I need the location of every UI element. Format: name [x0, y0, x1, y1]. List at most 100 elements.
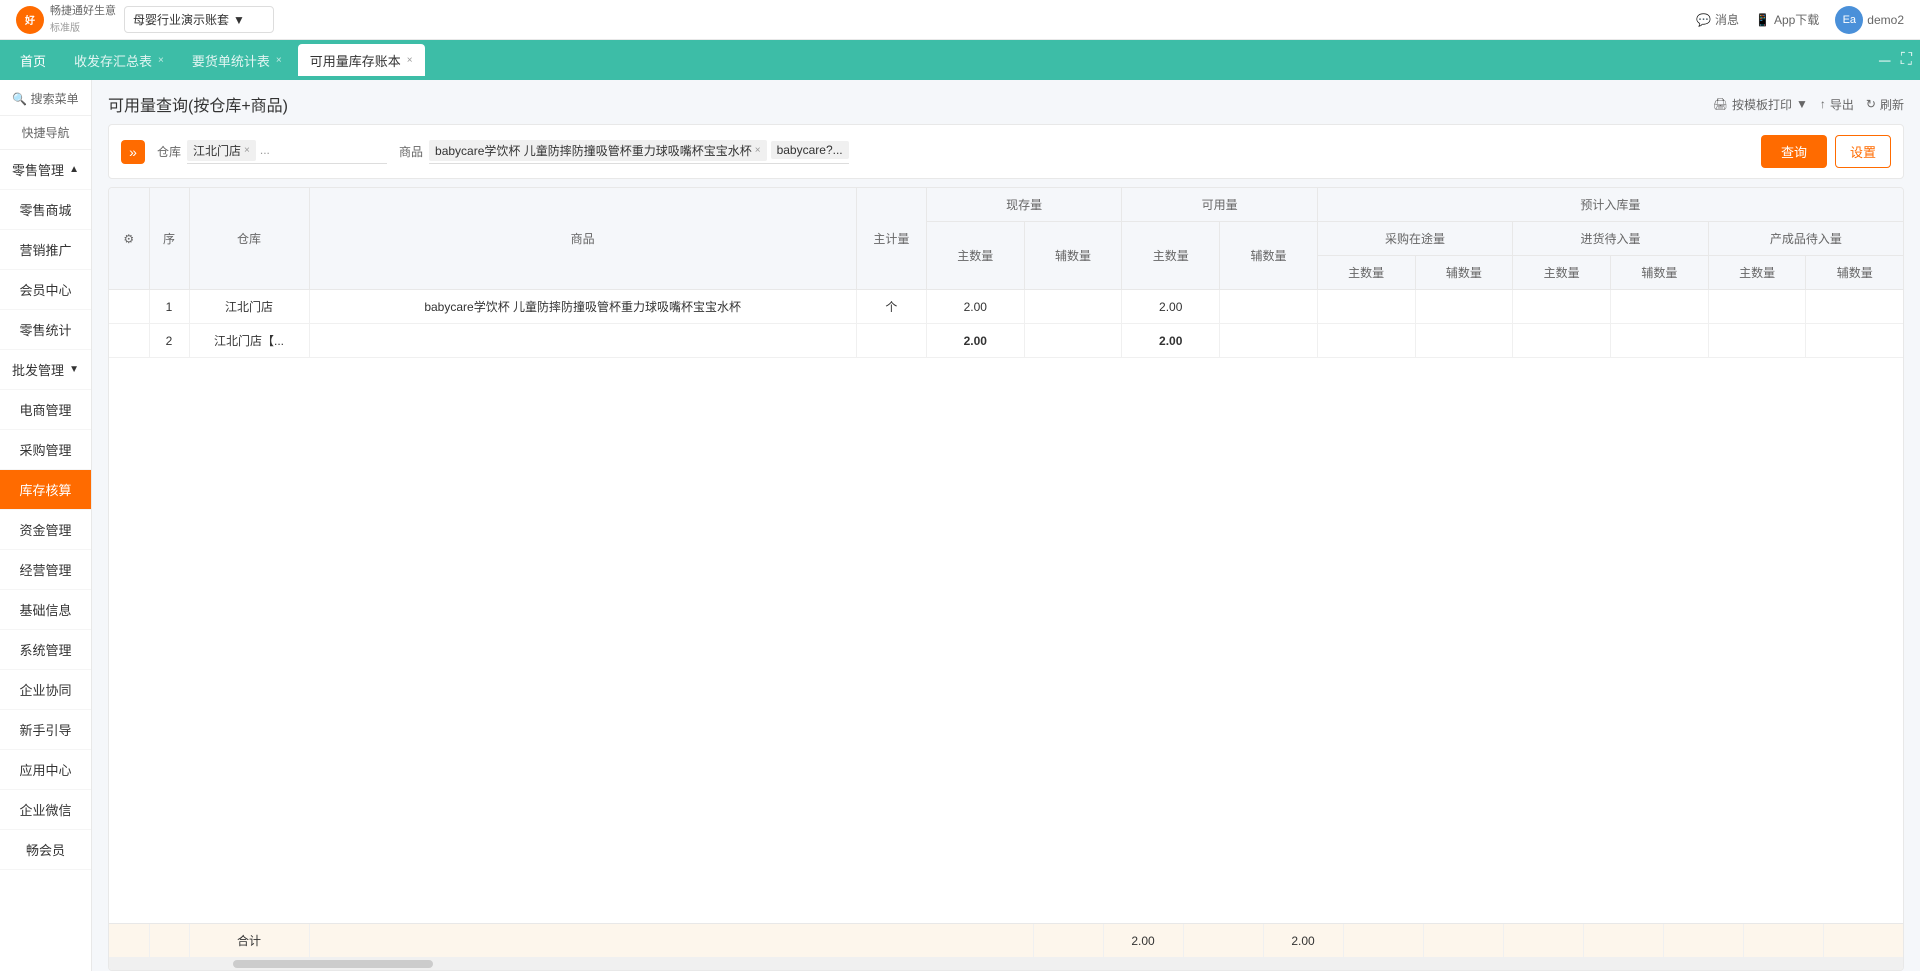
footer-product-main: [1743, 924, 1823, 958]
tab-receipt-close-icon[interactable]: ×: [158, 55, 164, 66]
sidebar-item-system[interactable]: 系统管理: [0, 630, 91, 670]
th-seq: 序: [149, 188, 189, 290]
row1-warehouse: 江北门店: [189, 290, 309, 324]
footer-stock-main: 2.00: [1103, 924, 1183, 958]
scroll-thumb[interactable]: [233, 960, 433, 968]
sidebar-item-ecommerce[interactable]: 电商管理: [0, 390, 91, 430]
tab-home[interactable]: 首页: [8, 44, 58, 76]
th-purchase-aux: 辅数量: [1415, 256, 1513, 290]
inventory-label: 库存核算: [19, 480, 71, 499]
sidebar-item-member-plus[interactable]: 畅会员: [0, 830, 91, 870]
product-tag-container[interactable]: babycare学饮杯 儿童防摔防撞吸管杯重力球吸嘴杯宝宝水杯 × babyca…: [429, 140, 849, 164]
sidebar-item-enterprise[interactable]: 企业协同: [0, 670, 91, 710]
message-icon: 💬: [1696, 13, 1711, 27]
warehouse-tag-container[interactable]: 江北门店 × ...: [187, 140, 387, 164]
sidebar-item-retail-mall[interactable]: 零售商城: [0, 190, 91, 230]
th-avail-main: 主数量: [1122, 222, 1220, 290]
warehouse-tag-close[interactable]: ×: [244, 145, 250, 156]
search-icon: 🔍: [12, 92, 27, 106]
table-body: 1 江北门店 babycare学饮杯 儿童防摔防撞吸管杯重力球吸嘴杯宝宝水杯 个…: [109, 290, 1903, 358]
query-button[interactable]: 查询: [1761, 135, 1827, 168]
industry-selector[interactable]: 母婴行业演示账套 ▼: [124, 6, 274, 33]
sidebar-item-basic-info[interactable]: 基础信息: [0, 590, 91, 630]
th-current-stock-group: 现存量: [926, 188, 1121, 222]
tab-order-close-icon[interactable]: ×: [276, 55, 282, 66]
sidebar-item-marketing[interactable]: 营销推广: [0, 230, 91, 270]
filter-toggle-btn[interactable]: »: [121, 140, 145, 164]
footer-unit-cell: [1033, 924, 1103, 958]
row1-purchase-aux: [1415, 290, 1513, 324]
footer-product-aux: [1823, 924, 1903, 958]
product-tag-1: babycare学饮杯 儿童防摔防撞吸管杯重力球吸嘴杯宝宝水杯 ×: [429, 140, 767, 161]
settings-button[interactable]: 设置: [1835, 135, 1891, 168]
retail-mgmt-label: 零售管理: [12, 160, 64, 179]
app-center-label: 应用中心: [19, 760, 71, 779]
sidebar-item-operations[interactable]: 经营管理: [0, 550, 91, 590]
sidebar-quick-nav[interactable]: 快捷导航: [0, 116, 91, 150]
refresh-label: 刷新: [1880, 96, 1904, 113]
enterprise-label: 企业协同: [19, 680, 71, 699]
row2-incoming-aux: [1611, 324, 1709, 358]
row1-avail-aux: [1220, 290, 1318, 324]
sidebar-item-wechat[interactable]: 企业微信: [0, 790, 91, 830]
row1-purchase-main: [1317, 290, 1415, 324]
sidebar-item-inventory[interactable]: 库存核算: [0, 470, 91, 510]
product-tag-1-close[interactable]: ×: [755, 145, 761, 156]
tab-available-close-icon[interactable]: ×: [407, 55, 413, 66]
table-footer: 合计 2.00 2.00: [109, 923, 1903, 970]
retail-mall-label: 零售商城: [19, 200, 71, 219]
warehouse-tag: 江北门店 ×: [187, 140, 256, 161]
tab-order-stats[interactable]: 要货单统计表 ×: [180, 44, 294, 76]
tab-receipt-summary[interactable]: 收发存汇总表 ×: [62, 44, 176, 76]
message-btn[interactable]: 💬 消息: [1696, 11, 1739, 28]
ecommerce-label: 电商管理: [19, 400, 71, 419]
filter-bar: » 仓库 江北门店 × ... 商品 babycare学饮杯 儿童防摔防撞吸管杯…: [108, 124, 1904, 179]
sidebar-item-retail-stats[interactable]: 零售统计: [0, 310, 91, 350]
th-planned-inbound-group: 预计入库量: [1317, 188, 1903, 222]
warehouse-more: ...: [260, 143, 270, 157]
th-avail-aux: 辅数量: [1220, 222, 1318, 290]
th-product-main: 主数量: [1708, 256, 1806, 290]
th-settings[interactable]: ⚙: [109, 188, 149, 290]
gear-icon: ⚙: [123, 232, 134, 246]
refresh-btn[interactable]: ↻ 刷新: [1866, 96, 1904, 113]
row1-incoming-aux: [1611, 290, 1709, 324]
maximize-icon[interactable]: ⛶: [1901, 51, 1912, 69]
table-container: ⚙ 序 仓库 商品 主计量 现存量 可用量 预计入库量 主数量 辅: [108, 187, 1904, 971]
print-arrow-icon: ▼: [1796, 97, 1808, 111]
app-download-btn[interactable]: 📱 App下载: [1755, 11, 1819, 28]
sidebar-item-member[interactable]: 会员中心: [0, 270, 91, 310]
warehouse-tag-text: 江北门店: [193, 142, 241, 159]
sidebar-item-finance[interactable]: 资金管理: [0, 510, 91, 550]
th-product-pending-group: 产成品待入量: [1708, 222, 1903, 256]
footer-table: 合计 2.00 2.00: [109, 924, 1903, 958]
table-wrapper[interactable]: ⚙ 序 仓库 商品 主计量 现存量 可用量 预计入库量 主数量 辅: [109, 188, 1903, 923]
data-table: ⚙ 序 仓库 商品 主计量 现存量 可用量 预计入库量 主数量 辅: [109, 188, 1903, 358]
print-btn[interactable]: 🖨 按模板打印 ▼: [1713, 96, 1808, 113]
sidebar-section: 零售管理 ▲ 零售商城 营销推广 会员中心 零售统计 批发管理 ▼ 电商管理: [0, 150, 91, 870]
warehouse-label: 仓库: [157, 143, 181, 160]
row1-stock-main: 2.00: [926, 290, 1024, 324]
user-menu[interactable]: Ea demo2: [1835, 6, 1904, 34]
footer-seq-cell: [149, 924, 189, 958]
export-label: 导出: [1830, 96, 1854, 113]
footer-incoming-main: [1583, 924, 1663, 958]
sidebar-search[interactable]: 🔍 搜索菜单: [0, 80, 91, 116]
sidebar-item-app-center[interactable]: 应用中心: [0, 750, 91, 790]
sidebar-item-wholesale[interactable]: 批发管理 ▼: [0, 350, 91, 390]
quick-nav-label: 快捷导航: [21, 126, 69, 140]
scroll-bar-area[interactable]: [109, 958, 1903, 970]
tab-available-stock[interactable]: 可用量库存账本 ×: [298, 44, 425, 76]
th-product: 商品: [309, 188, 856, 290]
purchase-label: 采购管理: [19, 440, 71, 459]
message-label: 消息: [1715, 11, 1739, 28]
export-btn[interactable]: ↑ 导出: [1820, 96, 1854, 113]
minimize-icon[interactable]: －: [1877, 48, 1893, 72]
sidebar-item-guide[interactable]: 新手引导: [0, 710, 91, 750]
sidebar-item-purchase[interactable]: 采购管理: [0, 430, 91, 470]
logo-area: 好 畅捷通好生意 标准版: [16, 5, 116, 33]
sidebar-item-retail-mgmt[interactable]: 零售管理 ▲: [0, 150, 91, 190]
row2-warehouse: 江北门店【...: [189, 324, 309, 358]
row2-incoming-main: [1513, 324, 1611, 358]
row1-stock-aux: [1024, 290, 1122, 324]
